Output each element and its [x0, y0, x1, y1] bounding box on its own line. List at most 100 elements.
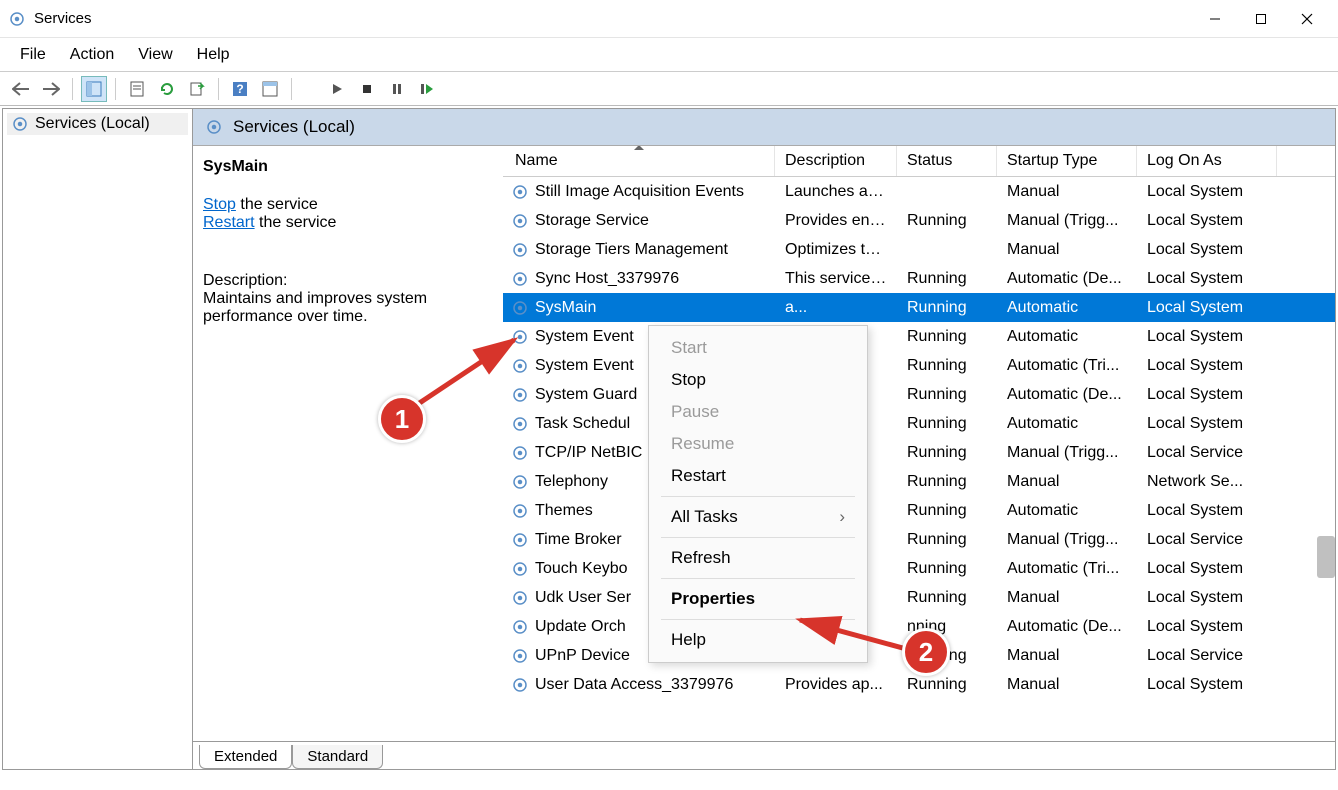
service-row[interactable]: Telephonyel...RunningManualNetwork Se...: [503, 467, 1335, 496]
window-controls: [1192, 0, 1330, 38]
cell-startup: Manual: [997, 183, 1137, 201]
cell-status: Running: [897, 589, 997, 607]
export-button[interactable]: [184, 76, 210, 102]
cell-status: Running: [897, 415, 997, 433]
tab-standard[interactable]: Standard: [292, 745, 383, 769]
cell-status: Running: [897, 676, 997, 694]
menu-action[interactable]: Action: [60, 42, 124, 68]
panel-header: Services (Local): [193, 109, 1335, 146]
column-status[interactable]: Status: [897, 146, 997, 176]
service-row[interactable]: System Guard...RunningAutomatic (De...Lo…: [503, 380, 1335, 409]
gear-icon: [511, 299, 529, 317]
ctx-refresh[interactable]: Refresh: [649, 542, 867, 574]
service-row[interactable]: SysMaina...RunningAutomaticLocal System: [503, 293, 1335, 322]
services-rows: Still Image Acquisition EventsLaunches a…: [503, 177, 1335, 699]
minimize-button[interactable]: [1192, 0, 1238, 38]
toolbar-separator: [115, 78, 116, 100]
refresh-button[interactable]: [154, 76, 180, 102]
service-row[interactable]: Storage ServiceProvides ena...RunningMan…: [503, 206, 1335, 235]
back-button[interactable]: [8, 76, 34, 102]
svg-text:?: ?: [236, 82, 243, 96]
menu-file[interactable]: File: [10, 42, 56, 68]
cell-description: Provides ap...: [775, 676, 897, 694]
properties-button[interactable]: [124, 76, 150, 102]
cell-logon: Local System: [1137, 299, 1277, 317]
service-row[interactable]: System Eventsy...RunningAutomaticLocal S…: [503, 322, 1335, 351]
service-row[interactable]: Time Brokeres ...RunningManual (Trigg...…: [503, 525, 1335, 554]
service-row[interactable]: Themes...RunningAutomaticLocal System: [503, 496, 1335, 525]
column-description[interactable]: Description: [775, 146, 897, 176]
cell-startup: Manual (Trigg...: [997, 444, 1137, 462]
cell-logon: Local System: [1137, 183, 1277, 201]
gear-icon: [511, 357, 529, 375]
gear-icon: [511, 560, 529, 578]
cell-startup: Manual: [997, 473, 1137, 491]
pause-service-button[interactable]: [384, 76, 410, 102]
annotation-1: 1: [378, 395, 426, 443]
ctx-resume: Resume: [649, 428, 867, 460]
maximize-button[interactable]: [1238, 0, 1284, 38]
show-hide-action-button[interactable]: [257, 76, 283, 102]
cell-status: Running: [897, 270, 997, 288]
gear-icon: [511, 212, 529, 230]
cell-logon: Local System: [1137, 676, 1277, 694]
service-row[interactable]: Udk User Seroo...RunningManualLocal Syst…: [503, 583, 1335, 612]
cell-logon: Local System: [1137, 502, 1277, 520]
toolbar-separator: [291, 78, 292, 100]
service-row[interactable]: Touch Keyboo...RunningAutomatic (Tri...L…: [503, 554, 1335, 583]
cell-logon: Local System: [1137, 212, 1277, 230]
toolbar: ?: [0, 72, 1338, 106]
menu-view[interactable]: View: [128, 42, 182, 68]
cell-logon: Local Service: [1137, 647, 1277, 665]
cell-startup: Automatic: [997, 299, 1137, 317]
cell-status: Running: [897, 502, 997, 520]
service-row[interactable]: Task Schedulus...RunningAutomaticLocal S…: [503, 409, 1335, 438]
show-hide-tree-button[interactable]: [81, 76, 107, 102]
forward-button[interactable]: [38, 76, 64, 102]
ctx-help[interactable]: Help: [649, 624, 867, 656]
tree-item-services-local[interactable]: Services (Local): [7, 113, 188, 135]
stop-service-button[interactable]: [354, 76, 380, 102]
cell-status: Running: [897, 531, 997, 549]
close-button[interactable]: [1284, 0, 1330, 38]
start-service-button[interactable]: [324, 76, 350, 102]
stop-service-link[interactable]: Stop: [203, 196, 236, 213]
restart-service-button[interactable]: [414, 76, 440, 102]
service-row[interactable]: TCP/IP NetBICup...RunningManual (Trigg..…: [503, 438, 1335, 467]
column-name[interactable]: Name: [503, 146, 775, 176]
ctx-start: Start: [649, 332, 867, 364]
service-row[interactable]: System Eventes ...RunningAutomatic (Tri.…: [503, 351, 1335, 380]
help-button[interactable]: ?: [227, 76, 253, 102]
ctx-restart[interactable]: Restart: [649, 460, 867, 492]
cell-status: Running: [897, 444, 997, 462]
column-startup-type[interactable]: Startup Type: [997, 146, 1137, 176]
restart-service-link[interactable]: Restart: [203, 214, 255, 231]
cell-logon: Local System: [1137, 386, 1277, 404]
ctx-all-tasks[interactable]: All Tasks: [649, 501, 867, 533]
cell-name: Storage Tiers Management: [503, 241, 775, 259]
ctx-separator: [661, 496, 855, 497]
ctx-properties[interactable]: Properties: [649, 583, 867, 615]
column-log-on-as[interactable]: Log On As: [1137, 146, 1277, 176]
service-row[interactable]: Sync Host_3379976This service ...Running…: [503, 264, 1335, 293]
gear-icon: [511, 473, 529, 491]
stop-service-text: the service: [236, 196, 318, 213]
cell-startup: Manual: [997, 676, 1137, 694]
cell-logon: Local System: [1137, 328, 1277, 346]
cell-name: SysMain: [503, 299, 775, 317]
ctx-stop[interactable]: Stop: [649, 364, 867, 396]
service-row[interactable]: Storage Tiers ManagementOptimizes th...M…: [503, 235, 1335, 264]
scrollbar-thumb[interactable]: [1317, 536, 1335, 578]
cell-name: Still Image Acquisition Events: [503, 183, 775, 201]
gear-icon: [511, 531, 529, 549]
service-row[interactable]: Still Image Acquisition EventsLaunches a…: [503, 177, 1335, 206]
description-text: Maintains and improves system performanc…: [203, 290, 493, 326]
tab-extended[interactable]: Extended: [199, 745, 292, 769]
menu-help[interactable]: Help: [187, 42, 240, 68]
annotation-2: 2: [902, 628, 950, 676]
gear-icon: [511, 270, 529, 288]
restart-service-text: the service: [255, 214, 337, 231]
gear-icon: [511, 415, 529, 433]
gear-icon: [511, 618, 529, 636]
cell-startup: Manual: [997, 241, 1137, 259]
